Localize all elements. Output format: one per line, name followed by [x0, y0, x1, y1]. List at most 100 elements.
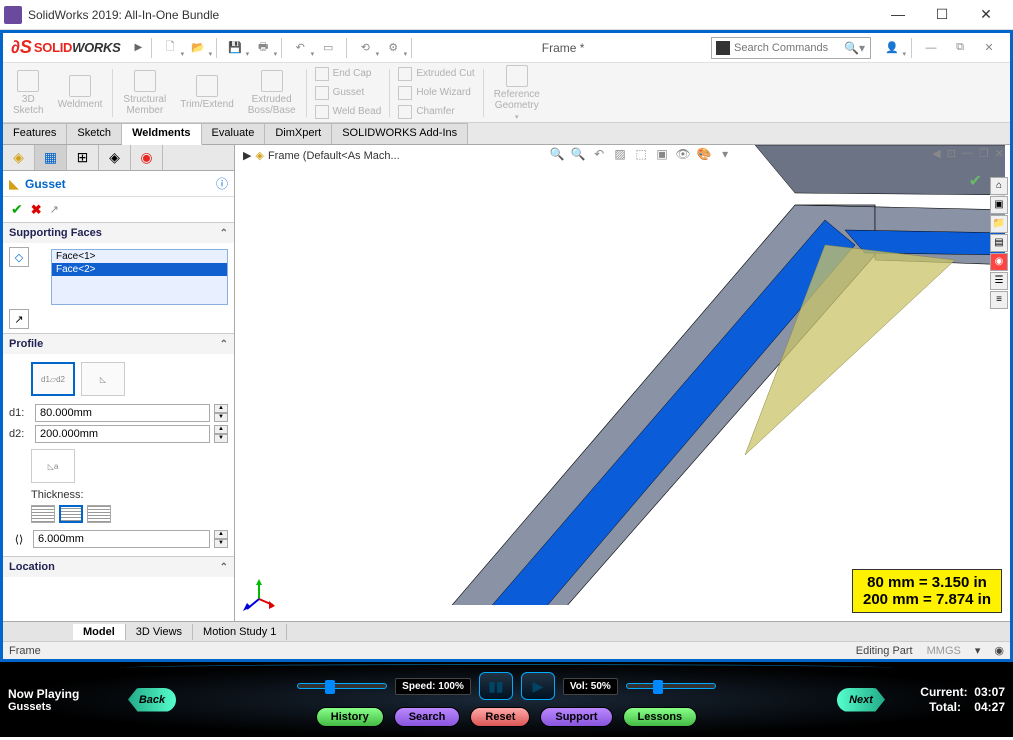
fm-display-icon[interactable]: ◉ — [131, 145, 163, 170]
select-button[interactable]: ▭ — [315, 36, 341, 60]
status-custom-icon[interactable]: ▾ — [975, 644, 981, 657]
menu-expand-chevron[interactable]: ▶ — [130, 42, 146, 53]
appearance-icon[interactable]: 🎨 — [695, 147, 713, 165]
help-min-button[interactable]: — — [918, 36, 944, 60]
end-cap-button[interactable]: End Cap — [311, 65, 386, 83]
extruded-boss-button[interactable]: Extruded Boss/Base — [242, 68, 302, 118]
print-button[interactable]: 🖶 — [250, 36, 276, 60]
cancel-button[interactable]: ✖ — [31, 202, 42, 218]
thickness-left-option[interactable] — [31, 505, 55, 523]
help-close-button[interactable]: ✕ — [976, 36, 1002, 60]
scene-icon[interactable]: ▾ — [716, 147, 734, 165]
minimize-button[interactable]: — — [883, 6, 913, 23]
maximize-button[interactable]: ☐ — [927, 6, 957, 23]
vp-max-icon[interactable]: ❐ — [979, 147, 989, 160]
collapse-icon[interactable]: ⌃ — [220, 339, 228, 350]
lessons-button[interactable]: Lessons — [623, 707, 698, 727]
section-view-icon[interactable]: ▨ — [611, 147, 629, 165]
view-triad[interactable] — [243, 579, 275, 611]
reset-button[interactable]: Reset — [470, 707, 530, 727]
reference-geometry-button[interactable]: Reference Geometry▾ — [488, 63, 546, 123]
profile-polygon-option[interactable]: d1▱d2 — [31, 362, 75, 396]
tab-model[interactable]: Model — [73, 624, 126, 640]
d1-input[interactable] — [35, 404, 210, 422]
open-button[interactable]: 📂 — [185, 36, 211, 60]
tab-motion-study[interactable]: Motion Study 1 — [193, 624, 287, 640]
confirm-corner-ok[interactable]: ✔ — [969, 171, 982, 191]
d2-spin-up[interactable]: ▲ — [214, 425, 228, 434]
taskpane-file-icon[interactable]: 📁 — [990, 215, 1008, 233]
thickness-right-option[interactable] — [87, 505, 111, 523]
speed-slider[interactable] — [297, 683, 387, 689]
vp-menu-icon[interactable]: ◀ — [932, 147, 940, 160]
search-icon[interactable]: 🔍▾ — [844, 41, 865, 55]
pushpin-button[interactable]: ↗ — [50, 203, 59, 216]
tab-evaluate[interactable]: Evaluate — [202, 123, 266, 144]
collapse-icon[interactable]: ⌃ — [220, 228, 228, 239]
search-commands-box[interactable]: 🔍▾ — [711, 37, 871, 59]
close-button[interactable]: ✕ — [971, 6, 1001, 23]
face-item-1[interactable]: Face<1> — [52, 250, 227, 263]
trim-extend-button[interactable]: Trim/Extend — [174, 73, 240, 112]
fm-dimxpert-icon[interactable]: ◈ — [99, 145, 131, 170]
ok-button[interactable]: ✔ — [11, 201, 23, 218]
structural-member-button[interactable]: Structural Member — [117, 68, 172, 118]
face-item-2[interactable]: Face<2> — [52, 263, 227, 276]
play-button[interactable]: ▶ — [521, 672, 555, 700]
help-restore-button[interactable]: ⧉ — [947, 36, 973, 60]
face-selection-list[interactable]: Face<1> Face<2> — [51, 249, 228, 305]
user-button[interactable]: 👤 — [879, 36, 905, 60]
search-button[interactable]: Search — [394, 707, 461, 727]
status-gear-icon[interactable]: ◉ — [994, 644, 1004, 657]
fm-config-icon[interactable]: ⊞ — [67, 145, 99, 170]
taskpane-view-icon[interactable]: ▤ — [990, 234, 1008, 252]
weldment-button[interactable]: Weldment — [52, 73, 109, 112]
face-toggle-icon[interactable]: ↗ — [9, 309, 29, 329]
weld-bead-button[interactable]: Weld Bead — [311, 103, 386, 121]
viewport-breadcrumb[interactable]: ▶ ◈ Frame (Default<As Mach... — [243, 149, 400, 162]
taskpane-design-icon[interactable]: ▣ — [990, 196, 1008, 214]
taskpane-appearance-icon[interactable]: ◉ — [990, 253, 1008, 271]
d2-spin-down[interactable]: ▼ — [214, 434, 228, 443]
3d-viewport[interactable]: ▶ ◈ Frame (Default<As Mach... 🔍 🔍 ↶ ▨ ⬚ … — [235, 145, 1010, 621]
hole-wizard-button[interactable]: Hole Wizard — [394, 84, 478, 102]
fm-tree-icon[interactable]: ◈ — [3, 145, 35, 170]
gusset-ribbon-button[interactable]: Gusset — [311, 84, 386, 102]
help-icon[interactable]: ⓘ — [216, 175, 228, 192]
3d-sketch-button[interactable]: 3D Sketch — [7, 68, 50, 118]
display-style-icon[interactable]: ▣ — [653, 147, 671, 165]
hide-show-icon[interactable]: 👁 — [674, 147, 692, 165]
zoom-fit-icon[interactable]: 🔍 — [548, 147, 566, 165]
face-select-icon[interactable]: ◇ — [9, 247, 29, 267]
taskpane-forum-icon[interactable]: ≡ — [990, 291, 1008, 309]
tab-features[interactable]: Features — [3, 123, 67, 144]
tab-sketch[interactable]: Sketch — [67, 123, 122, 144]
thickness-both-option[interactable] — [59, 505, 83, 523]
thick-spin-up[interactable]: ▲ — [214, 530, 228, 539]
d1-spin-up[interactable]: ▲ — [214, 404, 228, 413]
history-button[interactable]: History — [316, 707, 384, 727]
rebuild-button[interactable]: ⟲ — [352, 36, 378, 60]
back-button[interactable]: Back — [128, 688, 176, 712]
vp-close-icon[interactable]: ✕ — [995, 147, 1004, 160]
tab-3d-views[interactable]: 3D Views — [126, 624, 193, 640]
tab-weldments[interactable]: Weldments — [122, 123, 201, 145]
next-button[interactable]: Next — [837, 688, 885, 712]
search-input[interactable] — [734, 42, 844, 54]
collapse-icon[interactable]: ⌃ — [220, 562, 228, 573]
d2-input[interactable] — [35, 425, 210, 443]
pause-button[interactable]: ▮▮ — [479, 672, 513, 700]
new-button[interactable]: 🗋 — [157, 36, 183, 60]
profile-triangle-option[interactable]: ◺ — [81, 362, 125, 396]
thick-spin-down[interactable]: ▼ — [214, 539, 228, 548]
view-orient-icon[interactable]: ⬚ — [632, 147, 650, 165]
chamfer-button[interactable]: Chamfer — [394, 103, 478, 121]
thickness-input[interactable] — [33, 530, 210, 548]
volume-slider[interactable] — [626, 683, 716, 689]
save-button[interactable]: 💾 — [222, 36, 248, 60]
d1-spin-down[interactable]: ▼ — [214, 413, 228, 422]
profile-chamfer-option[interactable]: ◺a — [31, 449, 75, 483]
support-button[interactable]: Support — [540, 707, 612, 727]
prev-view-icon[interactable]: ↶ — [590, 147, 608, 165]
undo-button[interactable]: ↶ — [287, 36, 313, 60]
